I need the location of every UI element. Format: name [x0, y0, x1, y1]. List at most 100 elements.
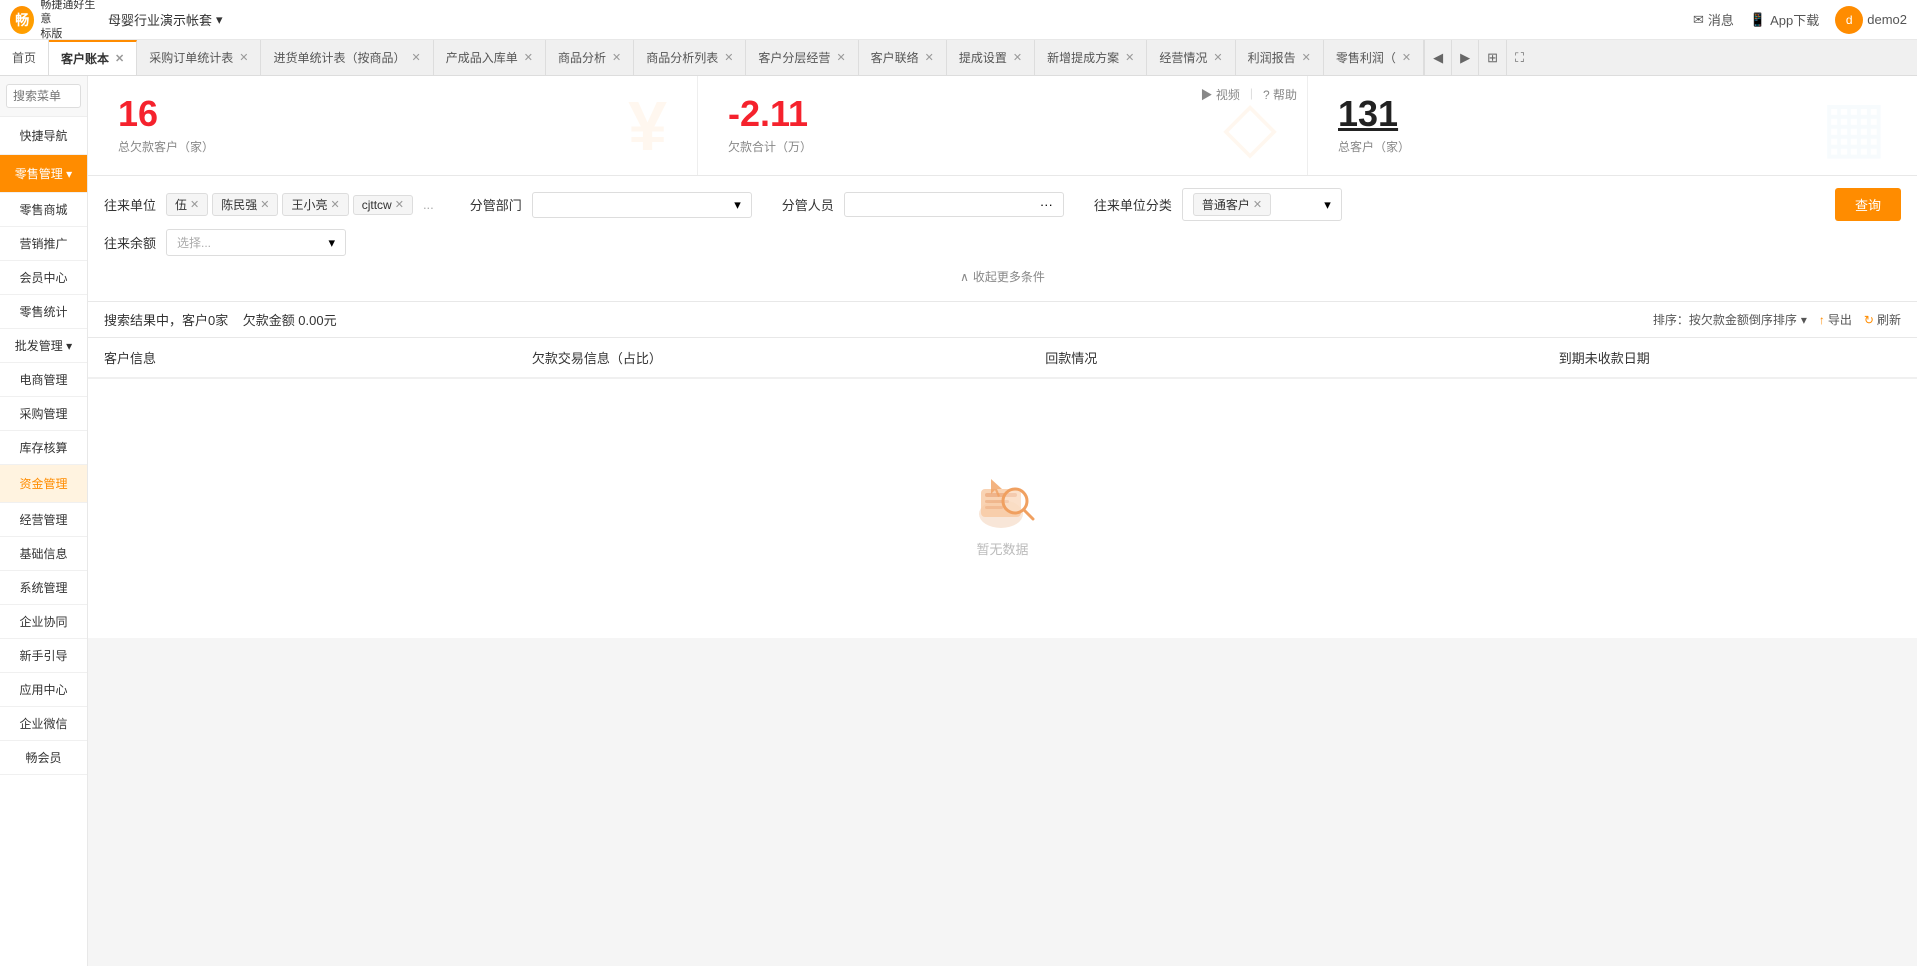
sidebar-item-member-center[interactable]: 会员中心	[0, 261, 87, 295]
sidebar-item-corp-collab[interactable]: 企业协同	[0, 605, 87, 639]
tab-more-btn[interactable]: ⊞	[1478, 40, 1506, 76]
remove-tag-cjttcw[interactable]: ✕	[395, 198, 404, 211]
play-icon: ▶	[1200, 88, 1212, 102]
tab-stock-stats-close[interactable]: ✕	[412, 51, 421, 64]
tab-stock-stats-label: 进货单统计表（按商品）	[273, 49, 405, 66]
sidebar-item-member-vip[interactable]: 畅会员	[0, 741, 87, 775]
tab-accounts[interactable]: 客户账本 ✕	[49, 40, 137, 76]
empty-text: 暂无数据	[976, 539, 1028, 558]
more-tags-btn[interactable]: ...	[417, 195, 440, 214]
sidebar-item-basic-info[interactable]: 基础信息	[0, 537, 87, 571]
sidebar-item-app-center[interactable]: 应用中心	[0, 673, 87, 707]
sidebar-item-inventory[interactable]: 库存核算	[0, 431, 87, 465]
tab-retail-profit[interactable]: 零售利润（ ✕	[1324, 40, 1424, 76]
tab-fullscreen-btn[interactable]: ⛶	[1506, 40, 1532, 76]
tab-customer-tier-close[interactable]: ✕	[836, 51, 845, 64]
remove-tag-wu[interactable]: ✕	[190, 198, 199, 211]
tab-purchase-order-close[interactable]: ✕	[239, 51, 248, 64]
video-btn[interactable]: ▶ 视频	[1200, 86, 1239, 103]
tab-profit-report[interactable]: 利润报告 ✕	[1236, 40, 1324, 76]
stat-number-customers: 16	[118, 96, 214, 132]
query-button[interactable]: 查询	[1835, 188, 1901, 221]
stat-label-total: 总客户（家）	[1338, 138, 1410, 155]
tab-cost-in-close[interactable]: ✕	[524, 51, 533, 64]
tab-stock-stats[interactable]: 进货单统计表（按商品） ✕	[261, 40, 433, 76]
unit-type-selector[interactable]: 普通客户 ✕ ▾	[1182, 188, 1342, 221]
export-btn[interactable]: ↑ 导出	[1819, 311, 1852, 328]
tab-customer-contact-label: 客户联络	[871, 49, 919, 66]
tab-accounts-close[interactable]: ✕	[115, 52, 124, 65]
top-header: 畅 畅捷通好生意 标版 母婴行业演示帐套 ▾ ✉ 消息 📱 App下载 d de…	[0, 0, 1917, 40]
person-more-icon: ···	[1040, 197, 1053, 212]
avatar: d	[1835, 6, 1863, 34]
message-btn[interactable]: ✉ 消息	[1693, 10, 1734, 29]
balance-selector[interactable]: 选择... ▾	[166, 229, 346, 256]
table-header: 客户信息 欠款交易信息（占比） 回款情况 到期未收款日期	[88, 338, 1917, 379]
sidebar-item-quick-nav[interactable]: 快捷导航	[0, 117, 87, 155]
tab-new-promote-close[interactable]: ✕	[1125, 51, 1134, 64]
tab-promote-settings-close[interactable]: ✕	[1013, 51, 1022, 64]
tab-operation-status-label: 经营情况	[1159, 49, 1207, 66]
tab-product-analysis[interactable]: 商品分析 ✕	[546, 40, 634, 76]
user-profile[interactable]: d demo2	[1835, 6, 1907, 34]
sidebar-item-finance[interactable]: 资金管理	[0, 465, 87, 503]
tab-new-promote[interactable]: 新增提成方案 ✕	[1035, 40, 1147, 76]
tab-operation-status[interactable]: 经营情况 ✕	[1147, 40, 1235, 76]
tab-retail-profit-label: 零售利润（	[1336, 49, 1396, 66]
stat-info-debt: -2.11 欠款合计（万）	[728, 96, 812, 155]
stat-card-customers: ¥ 16 总欠款客户（家）	[88, 76, 698, 175]
filter-tag-wang[interactable]: 王小亮 ✕	[282, 193, 348, 216]
sidebar-item-retail-mall[interactable]: 零售商城	[0, 193, 87, 227]
search-input[interactable]	[6, 84, 81, 108]
collapse-button[interactable]: ∧ 收起更多条件	[104, 264, 1901, 289]
result-info: 搜索结果中，客户0家 欠款金额 0.00元	[104, 310, 337, 329]
tab-cost-in[interactable]: 产成品入库单 ✕	[434, 40, 546, 76]
col-header-debt: 欠款交易信息（占比）	[532, 348, 1045, 367]
tab-retail-profit-close[interactable]: ✕	[1402, 51, 1411, 64]
sidebar-item-ecommerce[interactable]: 电商管理	[0, 363, 87, 397]
sidebar-item-retail-stats[interactable]: 零售统计	[0, 295, 87, 329]
col-header-repay: 回款情况	[1045, 348, 1558, 367]
tab-customer-contact[interactable]: 客户联络 ✕	[859, 40, 947, 76]
tab-prev-btn[interactable]: ◀	[1424, 40, 1451, 76]
filter-tag-normal-customer[interactable]: 普通客户 ✕	[1193, 193, 1271, 216]
tab-promote-settings[interactable]: 提成设置 ✕	[947, 40, 1035, 76]
stat-card-debt: ◇ -2.11 欠款合计（万） ▶ 视频 | ? 帮助	[698, 76, 1308, 175]
filter-tag-chen[interactable]: 陈民强 ✕	[212, 193, 278, 216]
sort-selector[interactable]: 排序：按欠款金额倒序排序 ▾	[1653, 311, 1807, 328]
tab-product-analysis-list-close[interactable]: ✕	[724, 51, 733, 64]
person-selector[interactable]: ···	[844, 192, 1064, 217]
sidebar-item-new-guide[interactable]: 新手引导	[0, 639, 87, 673]
tab-customer-contact-close[interactable]: ✕	[925, 51, 934, 64]
tab-operation-status-close[interactable]: ✕	[1213, 51, 1222, 64]
balance-expand-icon: ▾	[328, 235, 335, 251]
tab-customer-tier-label: 客户分层经营	[758, 49, 830, 66]
tab-home[interactable]: 首页	[0, 40, 49, 76]
tab-customer-tier[interactable]: 客户分层经营 ✕	[746, 40, 858, 76]
refresh-btn[interactable]: ↻ 刷新	[1864, 311, 1901, 328]
sidebar-item-batch-mgmt[interactable]: 批发管理 ▾	[0, 329, 87, 363]
sidebar-item-operation-mgmt[interactable]: 经营管理	[0, 503, 87, 537]
filter-tag-wu[interactable]: 伍 ✕	[166, 193, 208, 216]
tab-product-analysis-close[interactable]: ✕	[612, 51, 621, 64]
account-selector[interactable]: 母婴行业演示帐套 ▾	[108, 10, 1683, 29]
tab-next-btn[interactable]: ▶	[1451, 40, 1478, 76]
sidebar-item-purchase-mgmt[interactable]: 采购管理	[0, 397, 87, 431]
remove-tag-wang[interactable]: ✕	[331, 198, 340, 211]
remove-tag-chen[interactable]: ✕	[260, 198, 269, 211]
sidebar-item-marketing[interactable]: 营销推广	[0, 227, 87, 261]
remove-normal-customer[interactable]: ✕	[1253, 198, 1262, 211]
dept-expand-icon: ▾	[734, 197, 741, 213]
logo-area: 畅 畅捷通好生意 标版	[10, 0, 98, 41]
filter-tag-cjttcw[interactable]: cjttcw ✕	[353, 195, 413, 215]
sidebar-item-corp-wechat[interactable]: 企业微信	[0, 707, 87, 741]
dept-selector[interactable]: ▾	[532, 192, 752, 218]
sidebar-item-system-mgmt[interactable]: 系统管理	[0, 571, 87, 605]
help-btn[interactable]: ? 帮助	[1263, 86, 1297, 103]
stat-label-customers: 总欠款客户（家）	[118, 138, 214, 155]
tab-profit-report-close[interactable]: ✕	[1302, 51, 1311, 64]
tab-purchase-order[interactable]: 采购订单统计表 ✕	[137, 40, 261, 76]
sidebar-item-retail-mgmt[interactable]: 零售管理 ▾	[0, 155, 87, 193]
tab-product-analysis-list[interactable]: 商品分析列表 ✕	[634, 40, 746, 76]
app-download-btn[interactable]: 📱 App下载	[1750, 10, 1819, 29]
